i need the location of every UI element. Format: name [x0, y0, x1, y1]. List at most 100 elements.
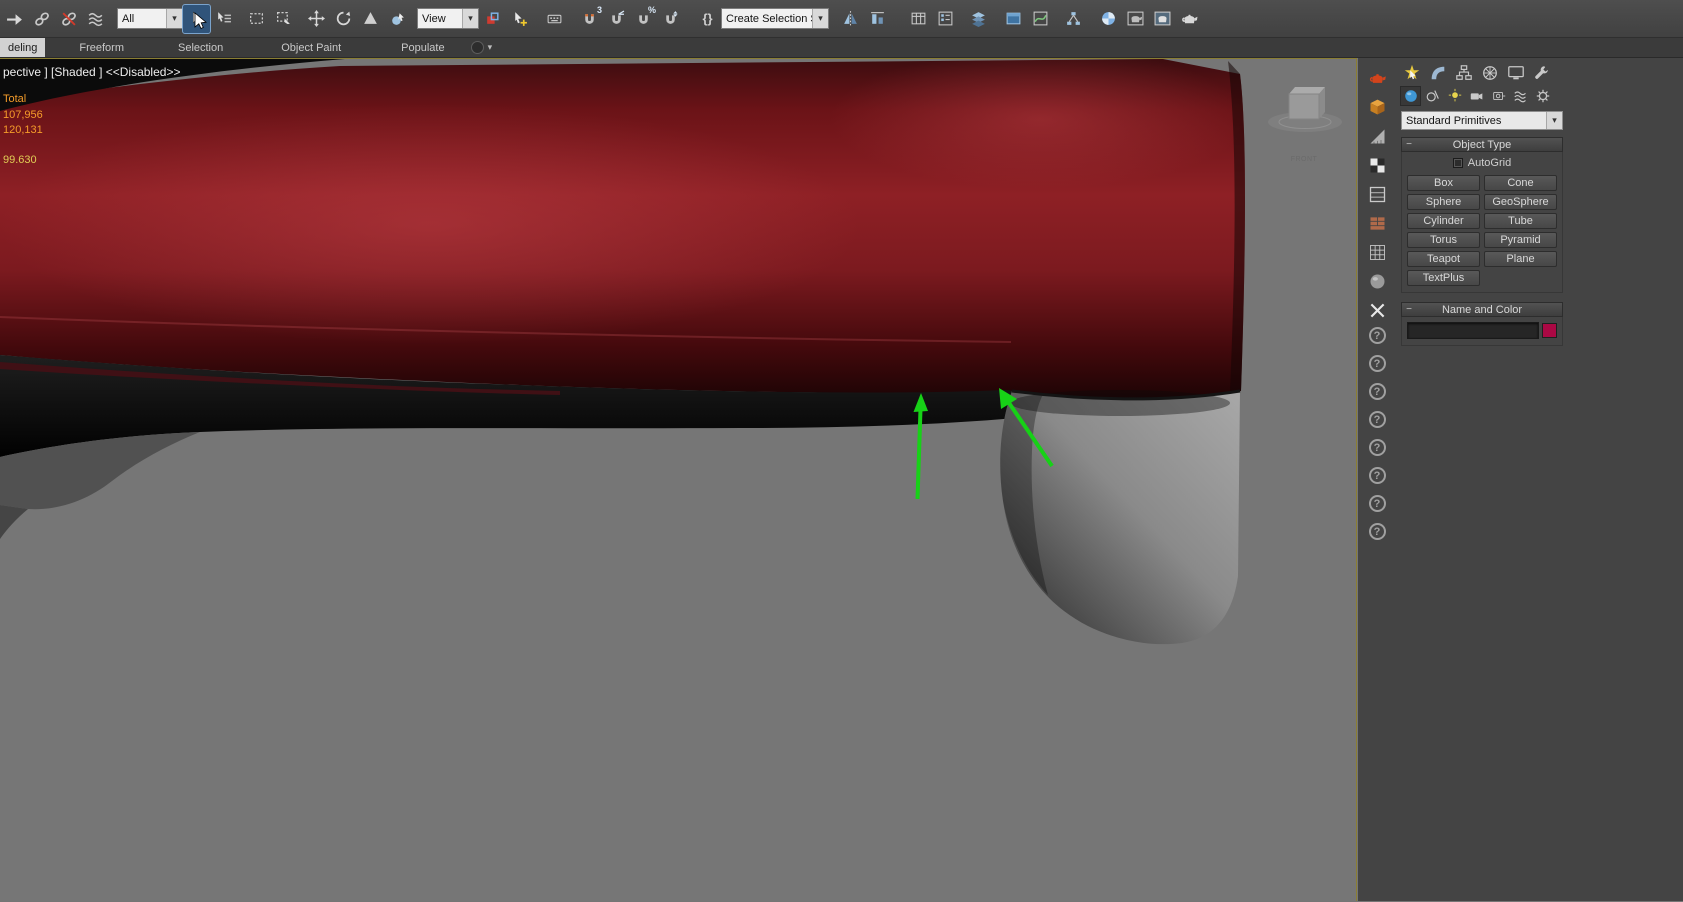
reference-coordinate-system-dropdown[interactable]: View ▾	[417, 8, 479, 29]
toggle-layer-explorer-icon[interactable]	[965, 5, 992, 33]
tube-button[interactable]: Tube	[1484, 213, 1557, 229]
chevron-down-icon[interactable]: ▾	[1546, 112, 1562, 129]
geometry-category-icon[interactable]	[1400, 86, 1421, 106]
render-teapot-icon[interactable]	[1364, 66, 1390, 90]
select-and-place-icon[interactable]	[384, 5, 411, 33]
rendered-frame-window-icon[interactable]	[1149, 5, 1176, 33]
object-type-rollout-header[interactable]: − Object Type	[1401, 137, 1563, 152]
select-and-rotate-icon[interactable]	[330, 5, 357, 33]
window-crossing-toggle-icon[interactable]	[270, 5, 297, 33]
shapes-category-icon[interactable]	[1423, 87, 1442, 105]
name-and-color-rollout-header[interactable]: − Name and Color	[1401, 302, 1563, 317]
perspective-viewport[interactable]: pective ] [Shaded ] <<Disabled>> Total 1…	[0, 58, 1357, 901]
viewcube[interactable]	[1268, 87, 1342, 132]
textplus-button[interactable]: TextPlus	[1407, 270, 1480, 286]
torus-button[interactable]: Torus	[1407, 232, 1480, 248]
helpers-category-icon[interactable]	[1489, 87, 1508, 105]
curve-editor-icon[interactable]	[1027, 5, 1054, 33]
cylinder-button[interactable]: Cylinder	[1407, 213, 1480, 229]
object-name-input[interactable]	[1407, 322, 1539, 339]
help-icon[interactable]: ?	[1368, 411, 1386, 428]
selection-filter-dropdown[interactable]: All ▾	[117, 8, 183, 29]
shelf-icon[interactable]	[1364, 182, 1390, 206]
collapse-icon[interactable]: −	[1402, 138, 1416, 151]
angle-snap-toggle-icon[interactable]	[603, 5, 630, 33]
stats-value: 107,956	[3, 108, 43, 121]
close-icon[interactable]	[1364, 298, 1390, 322]
snaps-toggle-3d-icon[interactable]: 3	[576, 5, 603, 33]
help-icon[interactable]: ?	[1368, 355, 1386, 372]
autogrid-checkbox[interactable]	[1452, 158, 1463, 168]
layer-manager-icon[interactable]	[905, 5, 932, 33]
bind-to-space-warp-icon[interactable]	[82, 5, 109, 33]
spinner-snap-toggle-icon[interactable]	[657, 5, 684, 33]
ribbon-tab-selection[interactable]: Selection	[162, 38, 239, 57]
cameras-category-icon[interactable]	[1467, 87, 1486, 105]
measure-ruler-icon[interactable]	[1364, 124, 1390, 148]
unlink-selection-icon[interactable]	[55, 5, 82, 33]
ribbon-options-button[interactable]: ▾	[461, 38, 503, 57]
help-icon[interactable]: ?	[1368, 523, 1386, 540]
redo-arrow-icon[interactable]	[1, 5, 28, 33]
pyramid-button[interactable]: Pyramid	[1484, 232, 1557, 248]
teapot-button[interactable]: Teapot	[1407, 251, 1480, 267]
display-tab-icon[interactable]	[1505, 63, 1526, 83]
toggle-scene-explorer-icon[interactable]	[932, 5, 959, 33]
chevron-down-icon[interactable]: ▾	[166, 9, 182, 28]
ribbon-tab-object-paint[interactable]: Object Paint	[265, 38, 357, 57]
render-setup-icon[interactable]	[1122, 5, 1149, 33]
select-and-scale-icon[interactable]	[357, 5, 384, 33]
mirror-icon[interactable]	[837, 5, 864, 33]
hierarchy-tab-icon[interactable]	[1453, 63, 1474, 83]
primitives-dropdown[interactable]: Standard Primitives ▾	[1401, 111, 1563, 130]
object-color-swatch[interactable]	[1542, 323, 1557, 338]
container-box-icon[interactable]	[1364, 95, 1390, 119]
systems-category-icon[interactable]	[1533, 87, 1552, 105]
motion-tab-icon[interactable]	[1479, 63, 1500, 83]
edit-named-selection-sets-icon[interactable]: {}	[694, 5, 721, 33]
utilities-tab-icon[interactable]	[1531, 63, 1552, 83]
sphere-icon[interactable]	[1364, 269, 1390, 293]
keyboard-shortcut-override-icon[interactable]	[541, 5, 568, 33]
use-pivot-point-center-icon[interactable]	[479, 5, 506, 33]
create-tab-icon[interactable]	[1401, 63, 1422, 83]
viewport-canvas[interactable]	[0, 59, 1357, 902]
ribbon-tab-populate[interactable]: Populate	[385, 38, 460, 57]
box-button[interactable]: Box	[1407, 175, 1480, 191]
command-panel-tabs	[1398, 58, 1566, 86]
toggle-ribbon-icon[interactable]	[1000, 5, 1027, 33]
ribbon-tab-modeling[interactable]: deling	[0, 38, 46, 57]
help-icon[interactable]: ?	[1368, 467, 1386, 484]
render-production-icon[interactable]	[1176, 5, 1203, 33]
material-editor-icon[interactable]	[1095, 5, 1122, 33]
help-icon[interactable]: ?	[1368, 439, 1386, 456]
grid-pattern-icon[interactable]	[1364, 240, 1390, 264]
brick-icon[interactable]	[1364, 211, 1390, 235]
percent-snap-toggle-icon[interactable]: %	[630, 5, 657, 33]
select-by-name-icon[interactable]	[210, 5, 237, 33]
lights-category-icon[interactable]	[1445, 87, 1464, 105]
rectangular-selection-region-icon[interactable]	[243, 5, 270, 33]
chevron-down-icon[interactable]: ▾	[462, 9, 478, 28]
select-and-manipulate-icon[interactable]	[506, 5, 533, 33]
sphere-button[interactable]: Sphere	[1407, 194, 1480, 210]
align-icon[interactable]	[864, 5, 891, 33]
cone-button[interactable]: Cone	[1484, 175, 1557, 191]
geosphere-button[interactable]: GeoSphere	[1484, 194, 1557, 210]
collapse-icon[interactable]: −	[1402, 303, 1416, 316]
stats-total-label: Total	[3, 93, 27, 105]
space-warps-category-icon[interactable]	[1511, 87, 1530, 105]
help-icon[interactable]: ?	[1368, 495, 1386, 512]
modify-tab-icon[interactable]	[1427, 63, 1448, 83]
help-icon[interactable]: ?	[1368, 383, 1386, 400]
viewport-label[interactable]: pective ] [Shaded ] <<Disabled>>	[3, 65, 180, 79]
select-and-link-icon[interactable]	[28, 5, 55, 33]
checker-map-icon[interactable]	[1364, 153, 1390, 177]
help-icon[interactable]: ?	[1368, 327, 1386, 344]
plane-button[interactable]: Plane	[1484, 251, 1557, 267]
chevron-down-icon[interactable]: ▾	[812, 9, 828, 28]
ribbon-tab-freeform[interactable]: Freeform	[63, 38, 140, 57]
schematic-view-icon[interactable]	[1060, 5, 1087, 33]
named-selection-set-dropdown[interactable]: Create Selection Se ▾	[721, 8, 829, 29]
select-and-move-icon[interactable]	[303, 5, 330, 33]
